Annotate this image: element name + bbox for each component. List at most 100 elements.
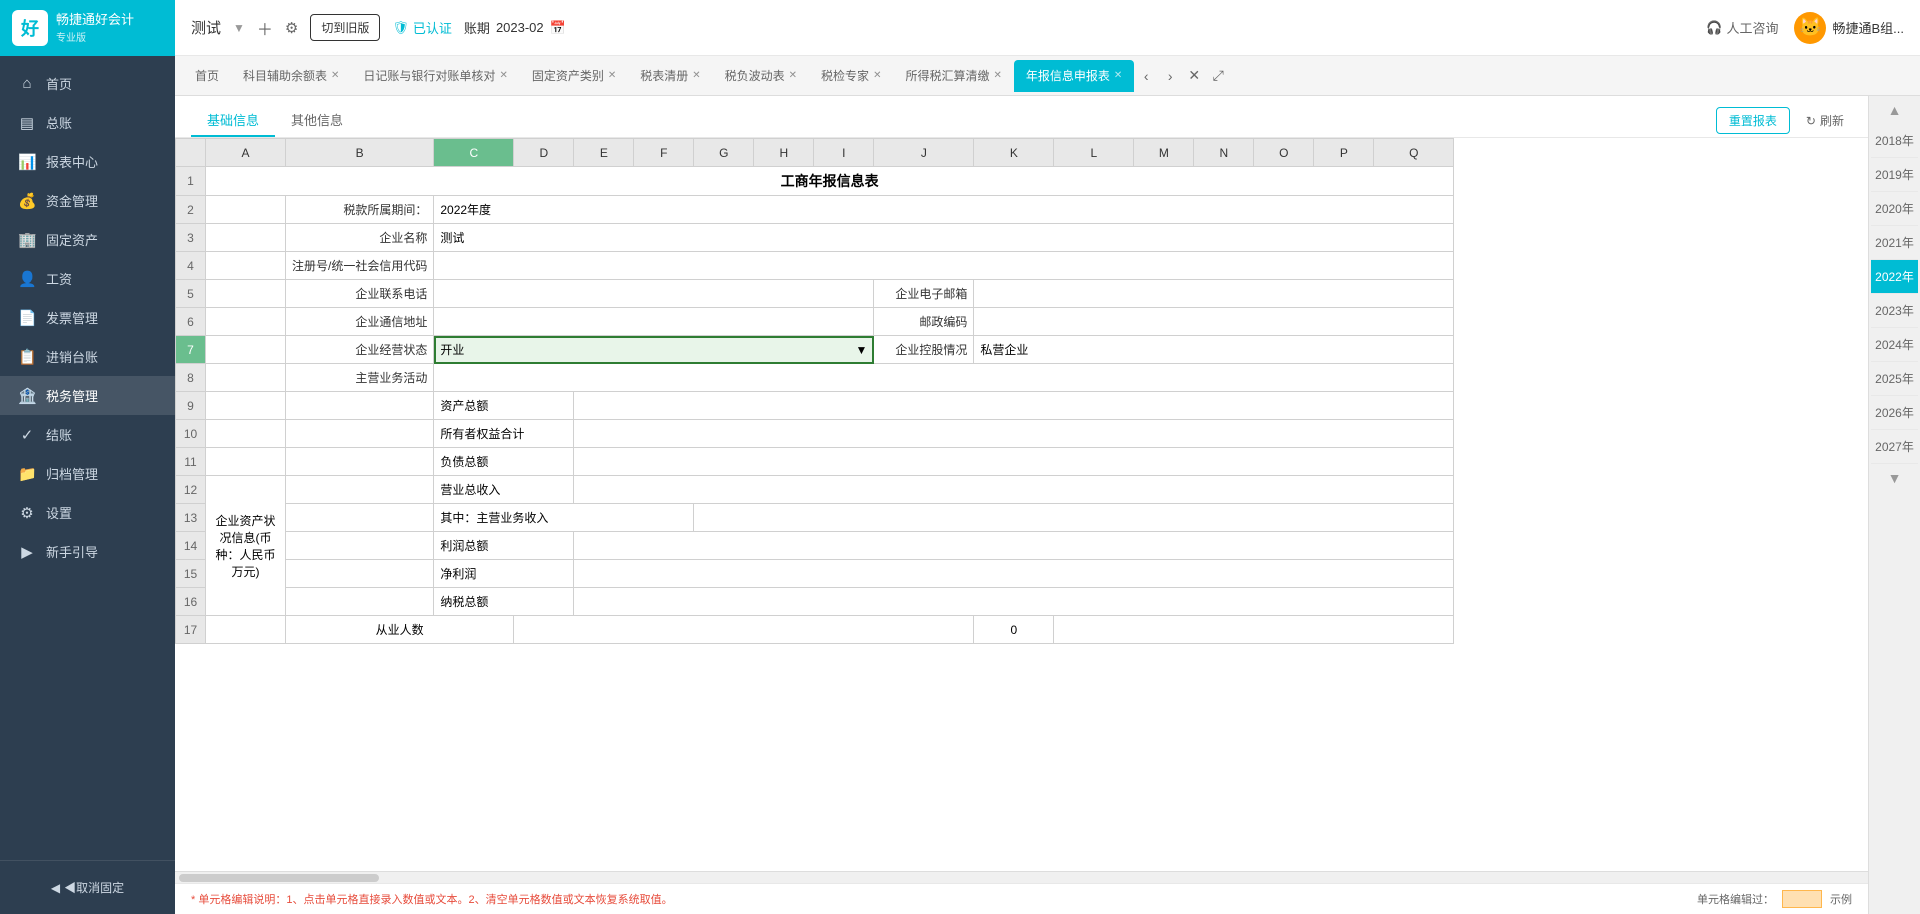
table-cell[interactable] (1054, 616, 1454, 644)
table-cell[interactable] (694, 504, 1454, 532)
table-cell[interactable] (206, 308, 286, 336)
table-cell[interactable] (206, 448, 286, 476)
table-cell[interactable] (574, 476, 1454, 504)
year-item-2020[interactable]: 2020年 (1871, 192, 1918, 226)
table-cell[interactable] (286, 448, 434, 476)
table-cell[interactable]: 企业名称 (286, 224, 434, 252)
tab-close-icon[interactable]: ✕ (873, 70, 881, 81)
tab-close-icon[interactable]: ✕ (1114, 70, 1122, 81)
reset-report-button[interactable]: 重置报表 (1716, 107, 1790, 134)
table-cell[interactable] (434, 308, 874, 336)
sidebar-item-archive_mgmt[interactable]: 📁归档管理 (0, 454, 175, 493)
table-cell[interactable]: 所有者权益合计 (434, 420, 574, 448)
table-cell[interactable] (974, 308, 1454, 336)
sidebar-item-tax_mgmt[interactable]: 🏦税务管理 (0, 376, 175, 415)
table-cell[interactable] (206, 252, 286, 280)
year-item-2023[interactable]: 2023年 (1871, 294, 1918, 328)
table-cell[interactable] (514, 616, 974, 644)
table-cell[interactable]: 资产总额 (434, 392, 574, 420)
table-cell[interactable] (206, 224, 286, 252)
tab-close-icon[interactable]: ✕ (789, 70, 797, 81)
table-cell[interactable] (286, 532, 434, 560)
table-cell[interactable] (434, 280, 874, 308)
table-cell[interactable] (574, 392, 1454, 420)
calendar-icon[interactable]: 📅 (550, 20, 566, 36)
table-cell[interactable] (286, 588, 434, 616)
table-cell[interactable] (286, 392, 434, 420)
tab-next-button[interactable]: › (1158, 64, 1182, 88)
table-cell[interactable] (206, 616, 286, 644)
year-item-2018[interactable]: 2018年 (1871, 124, 1918, 158)
table-cell[interactable]: 其中：主营业务收入 (434, 504, 694, 532)
table-cell[interactable] (574, 588, 1454, 616)
sidebar-item-payroll[interactable]: 👤工资 (0, 259, 175, 298)
table-cell[interactable]: 企业控股情况 (874, 336, 974, 364)
tab-close-icon[interactable]: ✕ (692, 70, 700, 81)
table-cell[interactable] (286, 420, 434, 448)
tab-close-all-button[interactable]: ✕ (1182, 64, 1206, 88)
table-cell[interactable]: 纳税总额 (434, 588, 574, 616)
sidebar-item-fixed_assets[interactable]: 🏢固定资产 (0, 220, 175, 259)
tab-journal_bank[interactable]: 日记账与银行对账单核对✕ (351, 60, 519, 92)
sidebar-item-new_guide[interactable]: ▶新手引导 (0, 532, 175, 571)
horizontal-scrollbar[interactable] (175, 871, 1868, 883)
year-item-2019[interactable]: 2019年 (1871, 158, 1918, 192)
table-cell[interactable] (286, 504, 434, 532)
table-cell[interactable]: 负债总额 (434, 448, 574, 476)
tab-tax_expert[interactable]: 税检专家✕ (809, 60, 893, 92)
year-item-2026[interactable]: 2026年 (1871, 396, 1918, 430)
tab-tax_fluctuation[interactable]: 税负波动表✕ (713, 60, 809, 92)
sidebar-item-report_center[interactable]: 📊报表中心 (0, 142, 175, 181)
year-item-2021[interactable]: 2021年 (1871, 226, 1918, 260)
table-cell[interactable] (574, 420, 1454, 448)
tab-close-icon[interactable]: ✕ (331, 70, 339, 81)
table-cell[interactable] (574, 560, 1454, 588)
year-panel-up-button[interactable]: ▲ (1869, 96, 1920, 124)
tab-close-icon[interactable]: ✕ (608, 70, 616, 81)
table-cell[interactable] (206, 420, 286, 448)
table-cell[interactable]: 营业总收入 (434, 476, 574, 504)
sidebar-item-purchase_sales[interactable]: 📋进销台账 (0, 337, 175, 376)
collapse-sidebar-button[interactable]: ◀ ◀取消固定 (0, 871, 175, 904)
sidebar-item-settings[interactable]: ⚙设置 (0, 493, 175, 532)
table-cell[interactable]: 企业联系电话 (286, 280, 434, 308)
inner-tab-other_info[interactable]: 其他信息 (275, 104, 359, 137)
user-menu-button[interactable]: 🐱 畅捷通B组... (1794, 12, 1904, 44)
tab-income_tax[interactable]: 所得税汇算清缴✕ (893, 60, 1013, 92)
table-cell[interactable] (574, 532, 1454, 560)
table-cell[interactable]: 测试 (434, 224, 1454, 252)
tab-annual_report[interactable]: 年报信息申报表✕ (1014, 60, 1134, 92)
table-cell[interactable]: 企业经营状态 (286, 336, 434, 364)
table-cell[interactable]: 注册号/统一社会信用代码 (286, 252, 434, 280)
settings-icon[interactable]: ⚙ (285, 19, 298, 37)
table-cell[interactable]: 主营业务活动 (286, 364, 434, 392)
table-cell[interactable]: 税款所属期间： (286, 196, 434, 224)
table-cell[interactable] (206, 196, 286, 224)
year-item-2022[interactable]: 2022年 (1871, 260, 1918, 294)
table-cell[interactable] (574, 448, 1454, 476)
year-item-2025[interactable]: 2025年 (1871, 362, 1918, 396)
tab-aux_balance[interactable]: 科目辅助余额表✕ (231, 60, 351, 92)
table-cell[interactable]: 净利润 (434, 560, 574, 588)
table-cell[interactable] (206, 392, 286, 420)
table-cell[interactable]: 企业通信地址 (286, 308, 434, 336)
table-cell[interactable]: 企业电子邮箱 (874, 280, 974, 308)
sidebar-item-checkout[interactable]: ✓结账 (0, 415, 175, 454)
table-cell[interactable]: 私营企业 (974, 336, 1454, 364)
cell-title[interactable]: 工商年报信息表 (206, 167, 1454, 196)
table-cell[interactable] (974, 280, 1454, 308)
table-cell[interactable] (206, 280, 286, 308)
dropdown-cell-operating-status[interactable]: 开业▼ (434, 336, 874, 364)
year-item-2024[interactable]: 2024年 (1871, 328, 1918, 362)
table-cell[interactable]: 利润总额 (434, 532, 574, 560)
table-cell[interactable] (206, 364, 286, 392)
table-cell[interactable]: 邮政编码 (874, 308, 974, 336)
spreadsheet-table-container[interactable]: A B C D E F G H I J K L M (175, 138, 1868, 871)
module-dropdown-icon[interactable]: ▼ (233, 21, 245, 35)
sidebar-item-general_ledger[interactable]: ▤总账 (0, 103, 175, 142)
table-cell[interactable] (286, 560, 434, 588)
tab-fixed_assets_category[interactable]: 固定资产类别✕ (520, 60, 628, 92)
sidebar-item-fund_mgmt[interactable]: 💰资金管理 (0, 181, 175, 220)
inner-tab-basic_info[interactable]: 基础信息 (191, 104, 275, 137)
add-module-icon[interactable]: ＋ (257, 16, 273, 40)
